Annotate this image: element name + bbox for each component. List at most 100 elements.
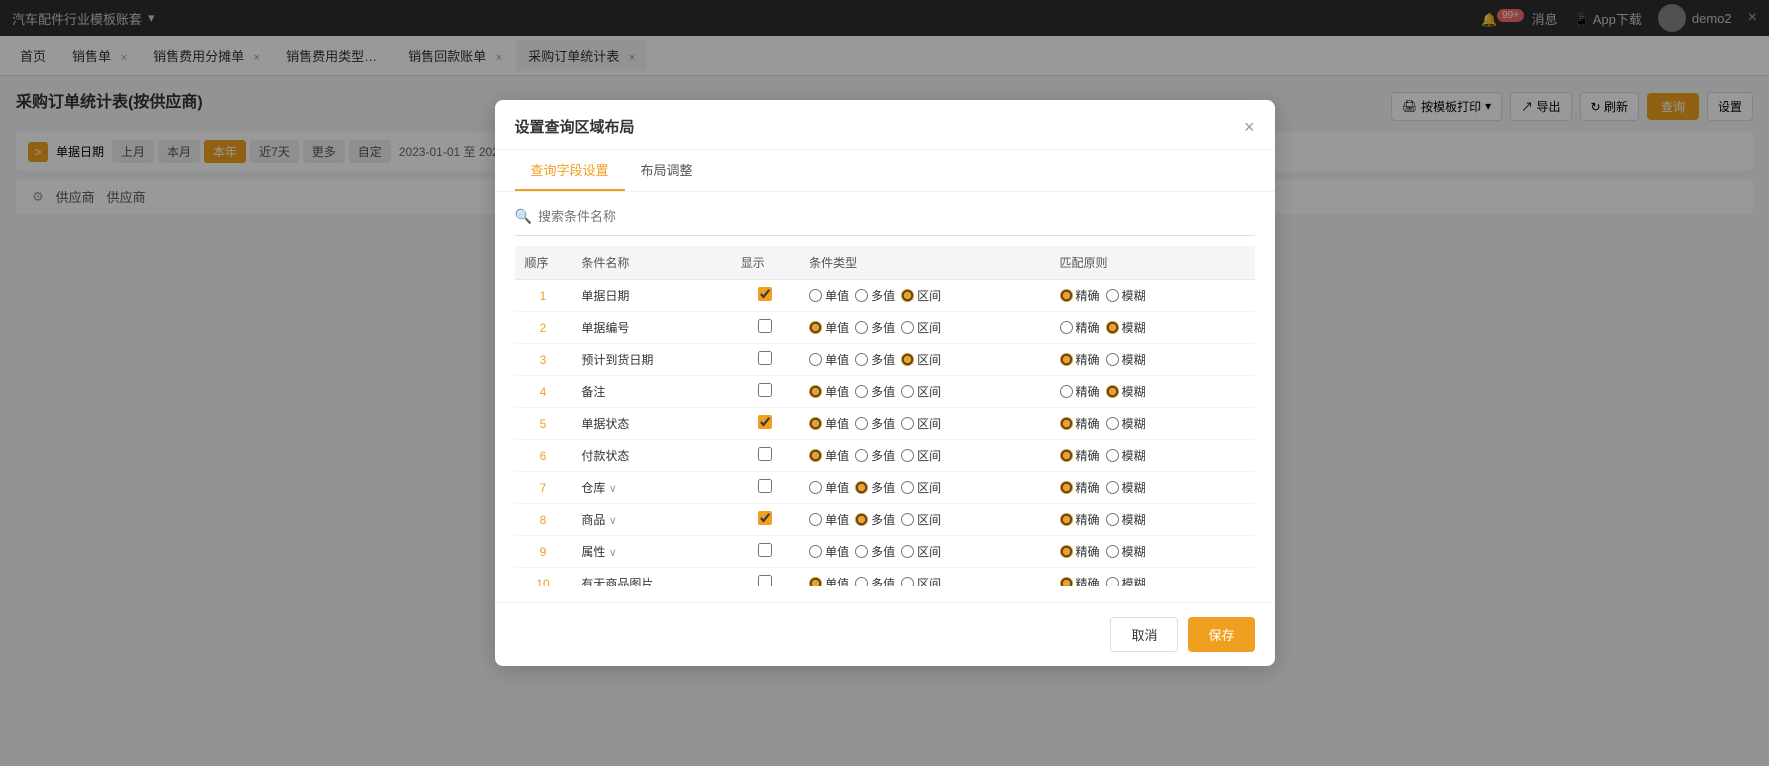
- radio-match[interactable]: 精确: [1060, 383, 1100, 400]
- cell-type: 单值多值区间: [799, 568, 1049, 587]
- show-checkbox[interactable]: [758, 575, 772, 586]
- table-row: 3预计到货日期单值多值区间精确模糊: [515, 344, 1255, 376]
- cell-show: [731, 408, 799, 440]
- radio-type-type_single[interactable]: 单值: [809, 575, 849, 586]
- radio-type-type_single[interactable]: 单值: [809, 415, 849, 432]
- radio-match[interactable]: 精确: [1060, 575, 1100, 586]
- radio-type-type_multi[interactable]: 多值: [855, 287, 895, 304]
- cell-show: [731, 568, 799, 587]
- cell-match: 精确模糊: [1050, 536, 1255, 568]
- radio-type-type_multi[interactable]: 多值: [855, 351, 895, 368]
- save-button[interactable]: 保存: [1188, 617, 1254, 652]
- cell-name: 仓库 ∨: [571, 472, 730, 504]
- radio-type-type_range[interactable]: 区间: [901, 511, 941, 528]
- radio-type-type_range[interactable]: 区间: [901, 383, 941, 400]
- radio-match[interactable]: 精确: [1060, 543, 1100, 560]
- radio-type-type_single[interactable]: 单值: [809, 479, 849, 496]
- radio-type-type_multi[interactable]: 多值: [855, 319, 895, 336]
- radio-type-type_range[interactable]: 区间: [901, 543, 941, 560]
- table-row: 9属性 ∨单值多值区间精确模糊: [515, 536, 1255, 568]
- cell-type: 单值多值区间: [799, 408, 1049, 440]
- radio-type-type_single[interactable]: 单值: [809, 319, 849, 336]
- radio-match[interactable]: 模糊: [1106, 287, 1146, 304]
- cell-match: 精确模糊: [1050, 344, 1255, 376]
- radio-match[interactable]: 精确: [1060, 287, 1100, 304]
- radio-type-type_range[interactable]: 区间: [901, 447, 941, 464]
- tab-layout-adjust[interactable]: 布局调整: [625, 150, 709, 191]
- cell-name: 备注: [571, 376, 730, 408]
- radio-type-type_range[interactable]: 区间: [901, 351, 941, 368]
- radio-match[interactable]: 模糊: [1106, 543, 1146, 560]
- show-checkbox[interactable]: [758, 319, 772, 333]
- dialog-title: 设置查询区域布局: [515, 116, 635, 137]
- show-checkbox[interactable]: [758, 287, 772, 301]
- table-row: 10有无商品图片单值多值区间精确模糊: [515, 568, 1255, 587]
- radio-type-type_range[interactable]: 区间: [901, 415, 941, 432]
- radio-match[interactable]: 模糊: [1106, 447, 1146, 464]
- cell-name: 属性 ∨: [571, 536, 730, 568]
- radio-type-type_multi[interactable]: 多值: [855, 479, 895, 496]
- radio-type-type_single[interactable]: 单值: [809, 447, 849, 464]
- cell-show: [731, 312, 799, 344]
- table-row: 5单据状态单值多值区间精确模糊: [515, 408, 1255, 440]
- cancel-button[interactable]: 取消: [1110, 617, 1178, 652]
- radio-type-type_range[interactable]: 区间: [901, 319, 941, 336]
- radio-type-type_range[interactable]: 区间: [901, 479, 941, 496]
- radio-type-type_multi[interactable]: 多值: [855, 383, 895, 400]
- radio-match[interactable]: 模糊: [1106, 479, 1146, 496]
- radio-match[interactable]: 模糊: [1106, 511, 1146, 528]
- cell-order: 3: [515, 344, 572, 376]
- cell-order: 1: [515, 280, 572, 312]
- radio-type-type_single[interactable]: 单值: [809, 287, 849, 304]
- show-checkbox[interactable]: [758, 351, 772, 365]
- radio-match[interactable]: 模糊: [1106, 351, 1146, 368]
- radio-match[interactable]: 精确: [1060, 415, 1100, 432]
- radio-match[interactable]: 精确: [1060, 351, 1100, 368]
- dialog-header: 设置查询区域布局 ×: [495, 100, 1275, 150]
- cell-order: 2: [515, 312, 572, 344]
- show-checkbox[interactable]: [758, 415, 772, 429]
- cell-name: 有无商品图片: [571, 568, 730, 587]
- radio-match[interactable]: 精确: [1060, 511, 1100, 528]
- radio-type-type_multi[interactable]: 多值: [855, 415, 895, 432]
- tab-query-fields[interactable]: 查询字段设置: [515, 150, 625, 191]
- cell-match: 精确模糊: [1050, 472, 1255, 504]
- radio-match[interactable]: 模糊: [1106, 415, 1146, 432]
- th-order: 顺序: [515, 246, 572, 280]
- cell-show: [731, 280, 799, 312]
- radio-type-type_multi[interactable]: 多值: [855, 511, 895, 528]
- radio-match[interactable]: 精确: [1060, 479, 1100, 496]
- radio-match[interactable]: 模糊: [1106, 319, 1146, 336]
- radio-match[interactable]: 模糊: [1106, 575, 1146, 586]
- show-checkbox[interactable]: [758, 479, 772, 493]
- table-row: 2单据编号单值多值区间精确模糊: [515, 312, 1255, 344]
- dialog-footer: 取消 保存: [495, 602, 1275, 666]
- show-checkbox[interactable]: [758, 511, 772, 525]
- radio-type-type_single[interactable]: 单值: [809, 543, 849, 560]
- settings-dialog: 设置查询区域布局 × 查询字段设置 布局调整 🔍 顺序 条件名称 显示: [495, 100, 1275, 666]
- show-checkbox[interactable]: [758, 383, 772, 397]
- radio-type-type_single[interactable]: 单值: [809, 511, 849, 528]
- radio-type-type_multi[interactable]: 多值: [855, 575, 895, 586]
- radio-type-type_range[interactable]: 区间: [901, 287, 941, 304]
- radio-type-type_range[interactable]: 区间: [901, 575, 941, 586]
- radio-match[interactable]: 精确: [1060, 319, 1100, 336]
- cell-type: 单值多值区间: [799, 440, 1049, 472]
- radio-match[interactable]: 模糊: [1106, 383, 1146, 400]
- show-checkbox[interactable]: [758, 543, 772, 557]
- cell-show: [731, 344, 799, 376]
- cell-order: 4: [515, 376, 572, 408]
- dialog-tab-bar: 查询字段设置 布局调整: [495, 150, 1275, 192]
- cell-match: 精确模糊: [1050, 312, 1255, 344]
- cell-show: [731, 440, 799, 472]
- radio-type-type_multi[interactable]: 多值: [855, 447, 895, 464]
- th-show: 显示: [731, 246, 799, 280]
- radio-type-type_multi[interactable]: 多值: [855, 543, 895, 560]
- dialog-close-button[interactable]: ×: [1244, 118, 1255, 136]
- search-input[interactable]: [538, 209, 738, 224]
- radio-type-type_single[interactable]: 单值: [809, 383, 849, 400]
- cell-order: 6: [515, 440, 572, 472]
- radio-match[interactable]: 精确: [1060, 447, 1100, 464]
- radio-type-type_single[interactable]: 单值: [809, 351, 849, 368]
- show-checkbox[interactable]: [758, 447, 772, 461]
